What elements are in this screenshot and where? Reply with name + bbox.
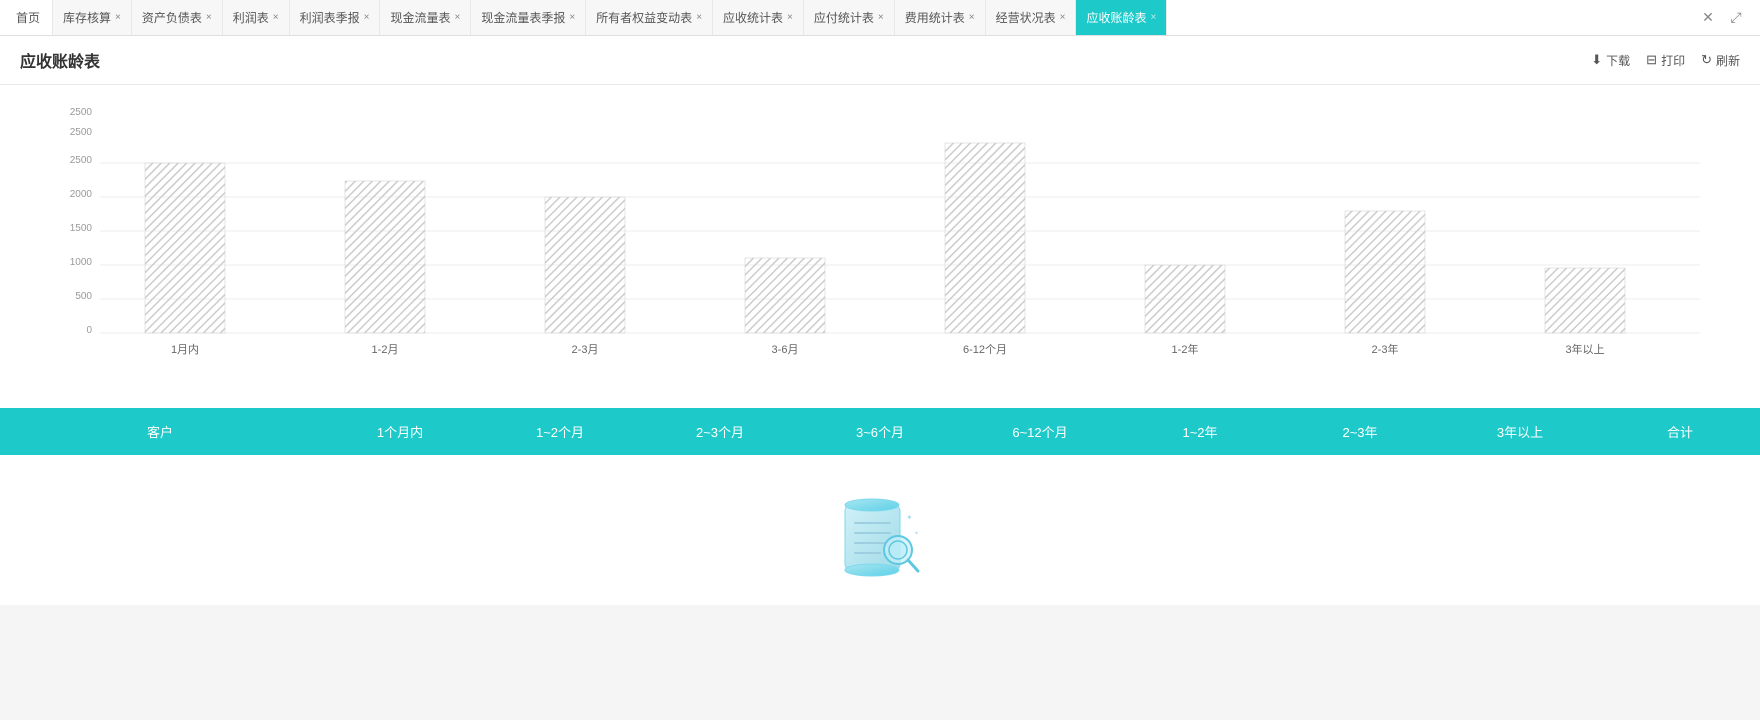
page-title: 应收账龄表 [20, 48, 100, 72]
tab-operations-label: 经营状况表 [996, 9, 1056, 26]
x-label-2-3month: 2-3月 [572, 344, 599, 356]
x-label-2-3year: 2-3年 [1372, 342, 1399, 356]
tab-balance-close[interactable]: × [206, 12, 212, 23]
bar-1-2year [1145, 265, 1225, 333]
y-label-2500a: 2500 [70, 155, 93, 166]
bar-2-3year [1345, 211, 1425, 333]
tab-cashflow-quarterly-label: 现金流量表季报 [481, 9, 565, 26]
bar-1-2month [345, 181, 425, 333]
x-label-1month: 1月内 [171, 342, 199, 356]
tab-cashflow[interactable]: 现金流量表 × [380, 0, 471, 36]
refresh-icon: ↻ [1701, 52, 1712, 68]
x-label-3year-plus: 3年以上 [1565, 342, 1604, 356]
download-button[interactable]: ⬇ 下载 [1591, 52, 1630, 69]
col-customer: 客户 [0, 408, 320, 455]
tab-cashflow-label: 现金流量表 [390, 9, 450, 26]
download-label: 下载 [1606, 52, 1630, 69]
tab-bar-actions: ✕ ⤢ [1688, 6, 1756, 30]
tab-ar-aging-label: 应收账龄表 [1086, 9, 1146, 26]
tab-ap-stats[interactable]: 应付统计表 × [804, 0, 895, 36]
tab-bar: 首页 库存核算 × 资产负债表 × 利润表 × 利润表季报 × 现金流量表 × … [0, 0, 1760, 36]
tab-profit[interactable]: 利润表 × [223, 0, 290, 36]
tab-expense-stats[interactable]: 费用统计表 × [895, 0, 986, 36]
tab-inventory-close[interactable]: × [115, 12, 121, 23]
x-label-3-6month: 3-6月 [772, 344, 799, 356]
bar-1month [145, 163, 225, 333]
tab-equity-close[interactable]: × [696, 12, 702, 23]
tab-inventory-label: 库存核算 [63, 9, 111, 26]
page-header: 应收账龄表 ⬇ 下载 ⊟ 打印 ↻ 刷新 [0, 36, 1760, 85]
print-button[interactable]: ⊟ 打印 [1646, 52, 1685, 69]
bar-6-12month [945, 143, 1025, 333]
tab-ap-stats-label: 应付统计表 [814, 9, 874, 26]
main-content: 0 500 1000 1500 2000 2500 2500 2500 [0, 85, 1760, 605]
tab-ar-aging-close[interactable]: × [1150, 12, 1156, 23]
bar-chart: 0 500 1000 1500 2000 2500 2500 2500 [40, 105, 1720, 385]
chart-area: 0 500 1000 1500 2000 2500 2500 2500 [0, 85, 1760, 408]
tab-cashflow-quarterly[interactable]: 现金流量表季报 × [471, 0, 586, 36]
tab-ar-stats[interactable]: 应收统计表 × [713, 0, 804, 36]
svg-text:✦: ✦ [914, 530, 919, 537]
tab-ar-aging[interactable]: 应收账龄表 × [1076, 0, 1167, 36]
window-close-icon[interactable]: ✕ [1696, 6, 1720, 30]
tab-balance-label: 资产负债表 [142, 9, 202, 26]
col-2-3year: 2~3年 [1280, 408, 1440, 455]
x-label-1-2year: 1-2年 [1172, 342, 1199, 356]
page-actions: ⬇ 下载 ⊟ 打印 ↻ 刷新 [1591, 52, 1740, 69]
refresh-label: 刷新 [1716, 52, 1740, 69]
tab-profit-quarterly-close[interactable]: × [364, 12, 370, 23]
col-1month: 1个月内 [320, 408, 480, 455]
tab-expense-stats-close[interactable]: × [969, 12, 975, 23]
x-label-6-12month: 6-12个月 [963, 343, 1007, 356]
tab-home-label: 首页 [16, 9, 40, 26]
tab-inventory[interactable]: 库存核算 × [53, 0, 132, 36]
y-label-2000: 2000 [70, 189, 93, 200]
chart-container: 0 500 1000 1500 2000 2500 2500 2500 [40, 105, 1720, 388]
tab-equity[interactable]: 所有者权益变动表 × [586, 0, 713, 36]
bar-2-3month [545, 197, 625, 333]
tab-cashflow-quarterly-close[interactable]: × [569, 12, 575, 23]
bar-3-6month [745, 258, 825, 333]
col-1-2month: 1~2个月 [480, 408, 640, 455]
table-header: 客户 1个月内 1~2个月 2~3个月 3~6个月 6~12个月 1~2年 2~… [0, 408, 1760, 455]
tab-cashflow-close[interactable]: × [454, 12, 460, 23]
y-label-2500b: 2500 [70, 127, 93, 138]
download-icon: ⬇ [1591, 52, 1602, 68]
window-maximize-icon[interactable]: ⤢ [1724, 6, 1748, 30]
svg-text:✦: ✦ [906, 513, 913, 522]
col-2-3month: 2~3个月 [640, 408, 800, 455]
refresh-button[interactable]: ↻ 刷新 [1701, 52, 1740, 69]
col-3-6month: 3~6个月 [800, 408, 960, 455]
tab-balance[interactable]: 资产负债表 × [132, 0, 223, 36]
print-label: 打印 [1661, 52, 1685, 69]
tab-ar-stats-close[interactable]: × [787, 12, 793, 23]
y-label-2500c: 2500 [70, 107, 93, 118]
x-label-1-2month: 1-2月 [372, 344, 399, 356]
col-total: 合计 [1600, 408, 1760, 455]
y-label-1500: 1500 [70, 223, 93, 234]
tab-ap-stats-close[interactable]: × [878, 12, 884, 23]
empty-state-icon: ✦ ✦ [830, 495, 930, 585]
tab-home[interactable]: 首页 [4, 0, 53, 36]
tab-profit-label: 利润表 [233, 9, 269, 26]
bar-3year-plus [1545, 268, 1625, 333]
tab-equity-label: 所有者权益变动表 [596, 9, 692, 26]
col-3year-plus: 3年以上 [1440, 408, 1600, 455]
col-1-2year: 1~2年 [1120, 408, 1280, 455]
y-label-1000: 1000 [70, 257, 93, 268]
tab-expense-stats-label: 费用统计表 [905, 9, 965, 26]
tab-operations-close[interactable]: × [1060, 12, 1066, 23]
y-label-500: 500 [75, 291, 92, 302]
tab-profit-quarterly[interactable]: 利润表季报 × [290, 0, 381, 36]
print-icon: ⊟ [1646, 52, 1657, 68]
tab-profit-quarterly-label: 利润表季报 [300, 9, 360, 26]
empty-state: ✦ ✦ [0, 455, 1760, 605]
tab-operations[interactable]: 经营状况表 × [986, 0, 1077, 36]
col-6-12month: 6~12个月 [960, 408, 1120, 455]
y-label-0: 0 [86, 325, 92, 336]
tab-profit-close[interactable]: × [273, 12, 279, 23]
tab-ar-stats-label: 应收统计表 [723, 9, 783, 26]
